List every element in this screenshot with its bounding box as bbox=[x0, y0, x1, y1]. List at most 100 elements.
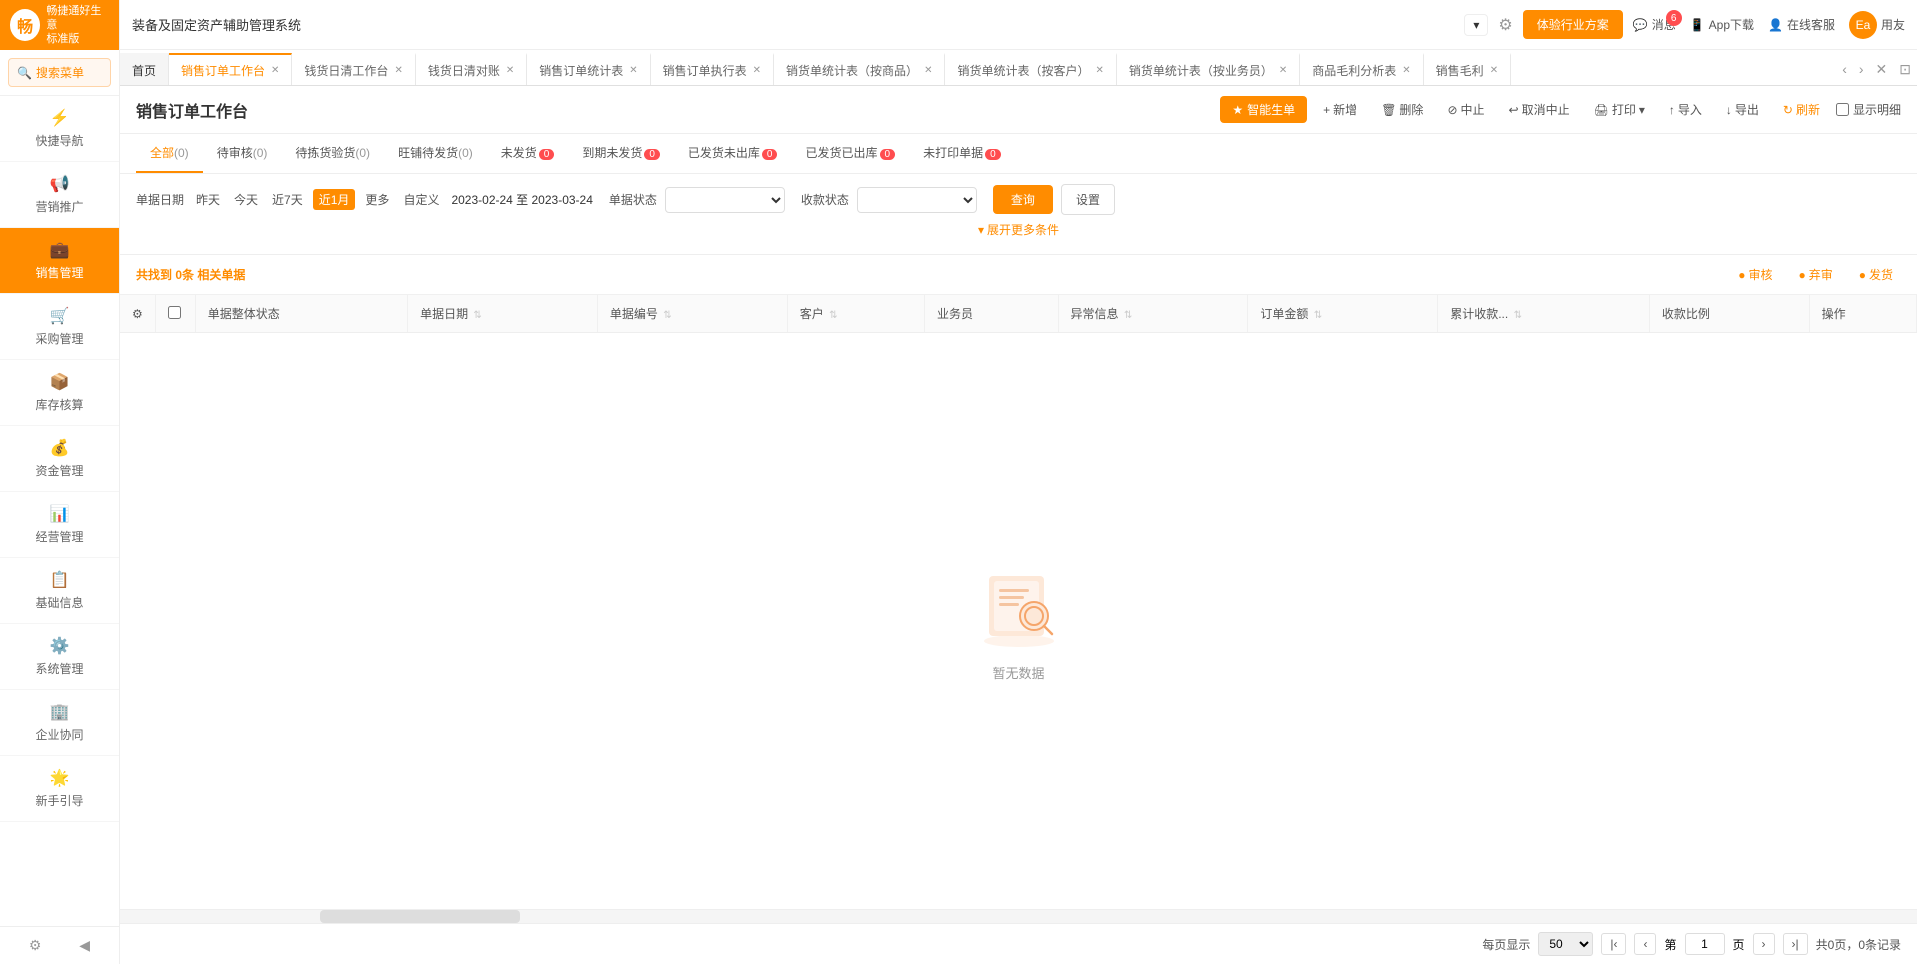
tab-nav-next[interactable]: › bbox=[1853, 53, 1870, 85]
quick-1month[interactable]: 近1月 bbox=[313, 189, 356, 210]
tab-nav-prev[interactable]: ‹ bbox=[1836, 53, 1853, 85]
customer-sort-icon[interactable]: ⇅ bbox=[829, 310, 837, 321]
tab-cash-reconcile[interactable]: 钱货日清对账 ✕ bbox=[416, 53, 527, 85]
sidebar-item-operation[interactable]: 📊 经营管理 bbox=[0, 492, 119, 558]
app-download-button[interactable]: 📱 App下载 bbox=[1690, 16, 1754, 33]
refresh-button[interactable]: ↻ 刷新 bbox=[1775, 97, 1828, 122]
tab-close-sales-staff[interactable]: ✕ bbox=[1279, 65, 1287, 76]
tab-close-sales-profit[interactable]: ✕ bbox=[1490, 65, 1498, 76]
sidebar-item-finance[interactable]: 💰 资金管理 bbox=[0, 426, 119, 492]
import-button[interactable]: ↑ 导入 bbox=[1661, 97, 1710, 122]
filter-tab-not-shipped[interactable]: 未发货0 bbox=[487, 134, 569, 173]
quick-yesterday[interactable]: 昨天 bbox=[192, 189, 224, 210]
tab-close-sales-stat[interactable]: ✕ bbox=[629, 65, 637, 76]
settings-col-icon[interactable]: ⚙ bbox=[132, 307, 143, 321]
sidebar-item-marketing[interactable]: 📢 营销推广 bbox=[0, 162, 119, 228]
print-button[interactable]: 🖨 打印 ▾ bbox=[1586, 97, 1653, 122]
page-last-button[interactable]: ›| bbox=[1783, 933, 1808, 955]
message-button[interactable]: 💬 消息 6 bbox=[1633, 16, 1676, 33]
tab-close-sales-workbench[interactable]: ✕ bbox=[271, 65, 279, 76]
tab-sales-staff[interactable]: 销货单统计表（按业务员） ✕ bbox=[1117, 53, 1300, 85]
quick-more[interactable]: 更多 bbox=[361, 189, 393, 210]
quick-7days[interactable]: 近7天 bbox=[268, 189, 307, 210]
user-menu-button[interactable]: Ea 用友 bbox=[1849, 11, 1905, 39]
tab-close-daily-clear[interactable]: ✕ bbox=[394, 65, 402, 76]
filter-tab-wangpu-ship[interactable]: 旺铺待发货(0) bbox=[384, 134, 487, 173]
received-sort-icon[interactable]: ⇅ bbox=[1514, 310, 1522, 321]
sidebar-search-button[interactable]: 🔍 搜索菜单 bbox=[8, 58, 111, 87]
page-prev-button[interactable]: ‹ bbox=[1634, 933, 1656, 955]
filter-tab-all[interactable]: 全部(0) bbox=[136, 134, 203, 173]
status-select[interactable] bbox=[665, 187, 785, 213]
tab-margin[interactable]: 商品毛利分析表 ✕ bbox=[1300, 53, 1423, 85]
sidebar-item-sales[interactable]: 💼 销售管理 bbox=[0, 228, 119, 294]
filter-tab-not-printed[interactable]: 未打印单据0 bbox=[909, 134, 1015, 173]
tab-sales-exec[interactable]: 销售订单执行表 ✕ bbox=[651, 53, 774, 85]
detail-checkbox[interactable] bbox=[1836, 103, 1849, 116]
online-service-button[interactable]: 👤 在线客服 bbox=[1768, 16, 1835, 33]
scroll-area[interactable] bbox=[120, 909, 1917, 923]
amount-sort-icon[interactable]: ⇅ bbox=[1314, 310, 1322, 321]
tab-close-all[interactable]: ✕ bbox=[1870, 53, 1894, 85]
tab-close-margin[interactable]: ✕ bbox=[1402, 65, 1410, 76]
filter-tab-pending-review[interactable]: 待审核(0) bbox=[203, 134, 282, 173]
tab-sales-customer[interactable]: 销货单统计表（按客户） ✕ bbox=[945, 53, 1116, 85]
page-next-button[interactable]: › bbox=[1753, 933, 1775, 955]
page-input[interactable] bbox=[1685, 933, 1725, 955]
tab-close-sales-customer[interactable]: ✕ bbox=[1095, 65, 1103, 76]
delete-button[interactable]: 🗑 删除 bbox=[1373, 97, 1431, 122]
number-sort-icon[interactable]: ⇅ bbox=[663, 310, 671, 321]
ship-button[interactable]: ● 发货 bbox=[1851, 263, 1901, 286]
solution-button[interactable]: 体验行业方案 bbox=[1523, 10, 1623, 39]
quick-icon: ⚡ bbox=[50, 108, 70, 128]
abnormal-sort-icon[interactable]: ⇅ bbox=[1124, 310, 1132, 321]
quick-custom[interactable]: 自定义 bbox=[399, 189, 443, 210]
smart-create-button[interactable]: ★ 智能生单 bbox=[1220, 96, 1307, 123]
quick-today[interactable]: 今天 bbox=[230, 189, 262, 210]
review-button[interactable]: ● 审核 bbox=[1730, 263, 1780, 286]
sidebar-item-basic[interactable]: 📋 基础信息 bbox=[0, 558, 119, 624]
page-first-button[interactable]: |‹ bbox=[1601, 933, 1626, 955]
page-total: 共0页，0条记录 bbox=[1816, 936, 1901, 953]
tab-expand[interactable]: ⊡ bbox=[1893, 53, 1917, 85]
payment-select[interactable] bbox=[857, 187, 977, 213]
tab-daily-clear[interactable]: 钱货日清工作台 ✕ bbox=[292, 53, 415, 85]
tab-close-cash-reconcile[interactable]: ✕ bbox=[506, 65, 514, 76]
tab-sales-profit[interactable]: 销售毛利 ✕ bbox=[1424, 53, 1511, 85]
filter-tab-shipped-out[interactable]: 已发货已出库0 bbox=[791, 134, 909, 173]
topbar-dropdown-button[interactable]: ▾ bbox=[1464, 14, 1488, 36]
search-settings-button[interactable]: 设置 bbox=[1061, 184, 1115, 215]
detail-checkbox-label[interactable]: 显示明细 bbox=[1836, 101, 1901, 118]
tab-close-sales-product[interactable]: ✕ bbox=[924, 65, 932, 76]
filter-tab-shipped-not-out[interactable]: 已发货未出库0 bbox=[674, 134, 792, 173]
tab-sales-stat[interactable]: 销售订单统计表 ✕ bbox=[527, 53, 650, 85]
expand-conditions-button[interactable]: ▾ 展开更多条件 bbox=[978, 221, 1059, 238]
tab-close-sales-exec[interactable]: ✕ bbox=[753, 65, 761, 76]
tab-sales-product[interactable]: 销货单统计表（按商品） ✕ bbox=[774, 53, 945, 85]
filter-tab-pending-inspect[interactable]: 待拣货验货(0) bbox=[281, 134, 384, 173]
query-button[interactable]: 查询 bbox=[993, 185, 1053, 214]
stop-button[interactable]: ⊘ 中止 bbox=[1439, 97, 1492, 122]
settings-bottom-button[interactable]: ⚙ bbox=[29, 937, 42, 954]
discard-review-button[interactable]: ● 弃审 bbox=[1790, 263, 1840, 286]
export-button[interactable]: ↓ 导出 bbox=[1718, 97, 1767, 122]
select-all-checkbox[interactable] bbox=[168, 306, 181, 319]
sidebar-item-purchase[interactable]: 🛒 采购管理 bbox=[0, 294, 119, 360]
sidebar-item-guide[interactable]: 🌟 新手引导 bbox=[0, 756, 119, 822]
collapse-button[interactable]: ◀ bbox=[79, 937, 90, 954]
sidebar-item-enterprise[interactable]: 🏢 企业协同 bbox=[0, 690, 119, 756]
sidebar-item-system[interactable]: ⚙️ 系统管理 bbox=[0, 624, 119, 690]
cancel-stop-button[interactable]: ↩ 取消中止 bbox=[1501, 97, 1578, 122]
page-header-actions: ★ 智能生单 + 新增 🗑 删除 ⊘ 中止 ↩ 取消中止 bbox=[1220, 96, 1901, 123]
sidebar-item-quick[interactable]: ⚡ 快捷导航 bbox=[0, 96, 119, 162]
filter-tab-overdue-ship[interactable]: 到期未发货0 bbox=[568, 134, 674, 173]
page-size-select[interactable]: 50 10 20 100 bbox=[1538, 932, 1593, 956]
tab-home[interactable]: 首页 bbox=[120, 53, 169, 85]
topbar-settings-button[interactable]: ⚙ bbox=[1498, 15, 1512, 35]
sidebar-item-inventory[interactable]: 📦 库存核算 bbox=[0, 360, 119, 426]
search-bar: 单据日期 昨天 今天 近7天 近1月 更多 自定义 2023-02-24 至 2… bbox=[120, 174, 1917, 255]
expand-icon: ▾ bbox=[978, 223, 984, 237]
date-sort-icon[interactable]: ⇅ bbox=[473, 310, 481, 321]
add-button[interactable]: + 新增 bbox=[1315, 97, 1365, 122]
tab-sales-workbench[interactable]: 销售订单工作台 ✕ bbox=[169, 53, 292, 85]
